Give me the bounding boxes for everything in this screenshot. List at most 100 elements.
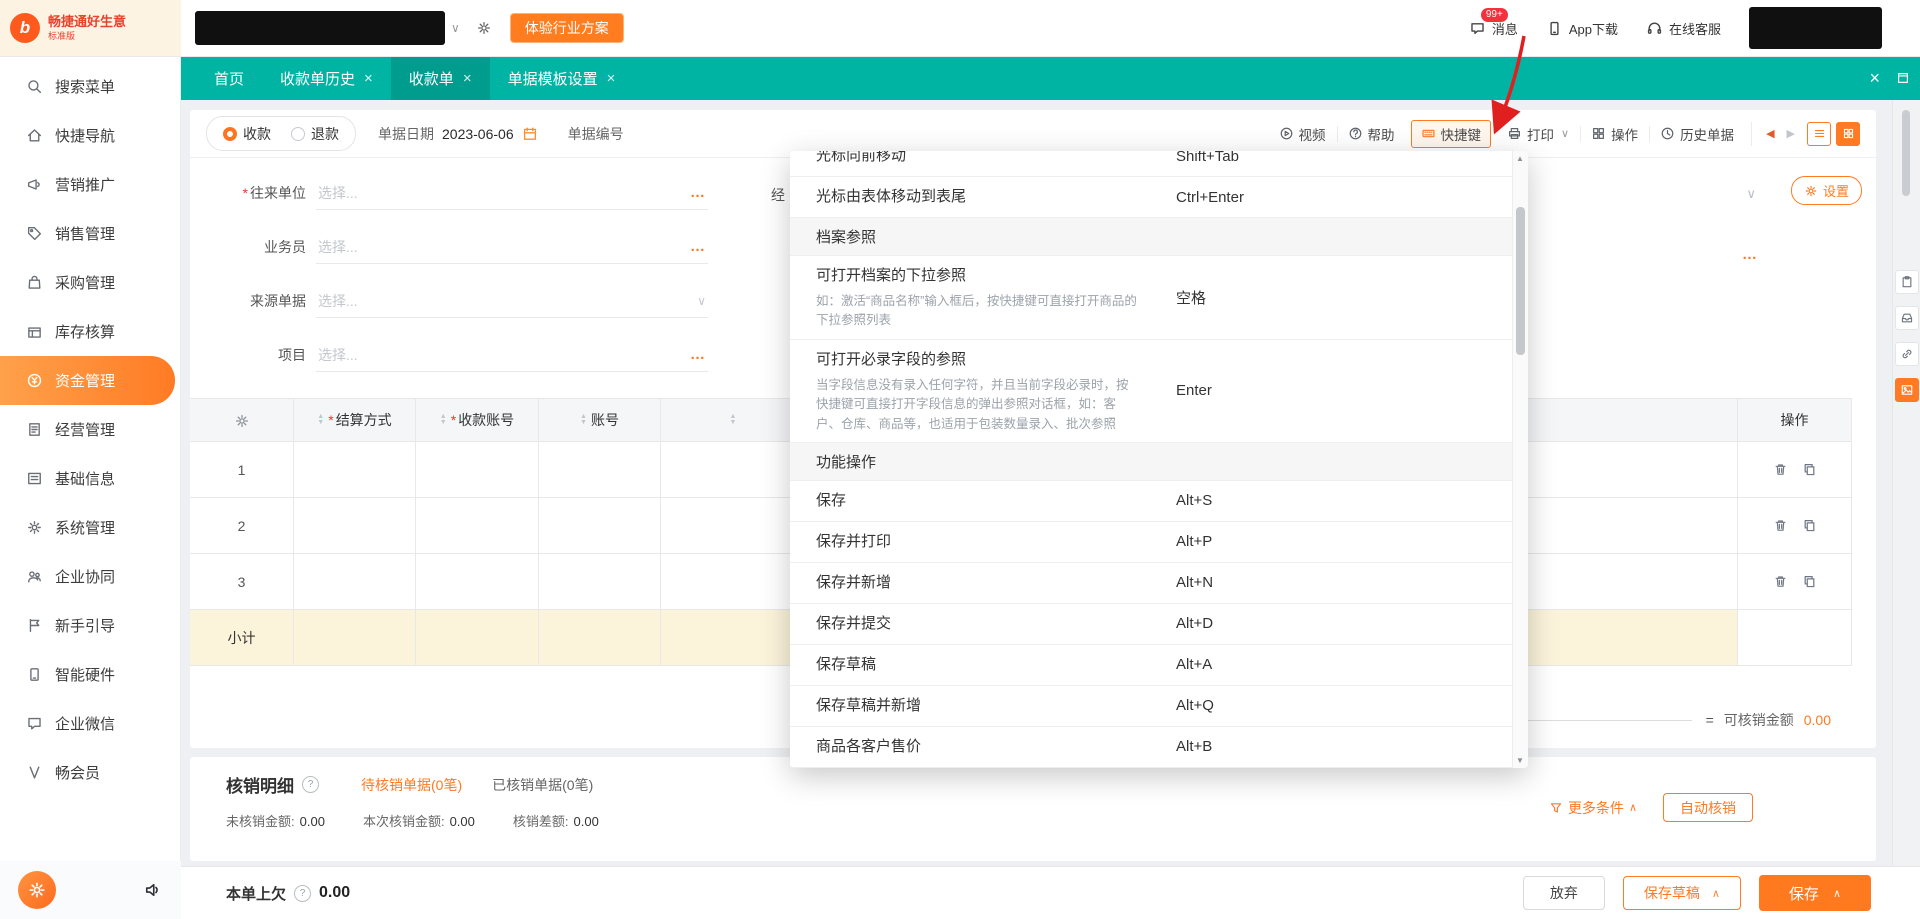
- toolbar-grid-button[interactable]: 操作: [1580, 121, 1649, 147]
- prev-arrow-icon[interactable]: ◀: [1760, 127, 1780, 140]
- grid-view-toggle[interactable]: [1836, 121, 1860, 146]
- side-tool-image[interactable]: [1894, 378, 1919, 402]
- calendar-icon[interactable]: [522, 126, 538, 142]
- sort-icon[interactable]: ▲ ▼: [730, 413, 737, 426]
- tab-4[interactable]: 单据模板设置 ×: [490, 56, 634, 100]
- more-options-icon[interactable]: …: [690, 346, 706, 363]
- sidebar-item-13[interactable]: 智能硬件: [0, 650, 180, 699]
- save-draft-button[interactable]: 保存草稿 ∧: [1622, 876, 1741, 910]
- table-cell[interactable]: [416, 554, 539, 609]
- toolbar-history-button[interactable]: 历史单据: [1649, 121, 1745, 147]
- sidebar-item-11[interactable]: 企业协同: [0, 552, 180, 601]
- scroll-down-icon[interactable]: ▼: [1516, 756, 1524, 765]
- table-cell[interactable]: [661, 554, 810, 609]
- popup-scrollbar[interactable]: ▲ ▼: [1512, 151, 1528, 768]
- sidebar-item-8[interactable]: 经营管理: [0, 405, 180, 454]
- template-settings-button[interactable]: 设置: [1790, 176, 1862, 205]
- account-select-redacted[interactable]: [195, 11, 445, 45]
- help-circle-icon[interactable]: ?: [294, 884, 312, 902]
- sidebar-item-15[interactable]: 畅会员: [0, 748, 180, 797]
- sidebar-item-12[interactable]: 新手引导: [0, 601, 180, 650]
- toolbar-print-button[interactable]: 打印 ∨: [1496, 121, 1580, 147]
- table-cell[interactable]: [294, 442, 416, 497]
- sidebar-item-6[interactable]: 库存核算: [0, 307, 180, 356]
- table-cell[interactable]: [539, 442, 661, 497]
- sidebar-item-1[interactable]: 搜索菜单: [0, 62, 180, 111]
- chevron-down-icon[interactable]: ∨: [697, 294, 706, 308]
- more-options-icon[interactable]: …: [1742, 246, 1758, 263]
- tab-verified-docs[interactable]: 已核销单据(0笔): [492, 775, 593, 795]
- header-gear-icon[interactable]: [476, 20, 492, 36]
- list-view-toggle[interactable]: [1807, 121, 1831, 146]
- delete-row-icon[interactable]: [1773, 574, 1788, 589]
- form-field-input[interactable]: 选择...…: [316, 231, 708, 264]
- more-options-icon[interactable]: …: [690, 238, 706, 255]
- online-service-button[interactable]: 在线客服: [1646, 19, 1721, 38]
- document-date-value[interactable]: 2023-06-06: [442, 126, 514, 142]
- subtotal-cell: [661, 610, 810, 665]
- copy-row-icon[interactable]: [1802, 518, 1817, 533]
- copy-row-icon[interactable]: [1802, 462, 1817, 477]
- sidebar-item-2[interactable]: 快捷导航: [0, 111, 180, 160]
- app-download-button[interactable]: App下载: [1546, 19, 1618, 38]
- copy-row-icon[interactable]: [1802, 574, 1817, 589]
- sidebar-item-10[interactable]: 系统管理: [0, 503, 180, 552]
- form-field-input[interactable]: 选择...…: [316, 177, 708, 210]
- close-tab-icon[interactable]: ×: [364, 70, 373, 87]
- messages-button[interactable]: 消息 99+: [1469, 7, 1518, 38]
- form-field-input[interactable]: 选择... ∨: [316, 285, 708, 318]
- save-button[interactable]: 保存 ∧: [1758, 875, 1871, 911]
- chevron-down-icon[interactable]: ∨: [451, 21, 460, 35]
- popup-scrollbar-thumb[interactable]: [1516, 207, 1525, 355]
- tab-1[interactable]: 首页: [196, 56, 262, 100]
- sort-icon[interactable]: ▲ ▼: [580, 413, 587, 426]
- radio-refund[interactable]: 退款: [291, 124, 339, 144]
- collapse-form-chevron-icon[interactable]: ∨: [1746, 186, 1756, 202]
- delete-row-icon[interactable]: [1773, 518, 1788, 533]
- tab-3[interactable]: 收款单 ×: [390, 56, 490, 100]
- close-all-tabs-icon[interactable]: ×: [1869, 68, 1880, 89]
- form-field-input[interactable]: 选择...…: [316, 339, 708, 372]
- cancel-button[interactable]: 放弃: [1522, 876, 1605, 910]
- sidebar-item-9[interactable]: 基础信息: [0, 454, 180, 503]
- table-cell[interactable]: [661, 442, 810, 497]
- more-filters-button[interactable]: 更多条件 ∧: [1549, 798, 1637, 818]
- toolbar-help-button[interactable]: 帮助: [1336, 121, 1406, 147]
- window-icon[interactable]: [1896, 71, 1910, 85]
- scroll-up-icon[interactable]: ▲: [1516, 154, 1524, 163]
- table-cell[interactable]: [294, 498, 416, 553]
- auto-verify-button[interactable]: 自动核销: [1663, 793, 1753, 822]
- close-tab-icon[interactable]: ×: [607, 70, 616, 87]
- settings-fab-button[interactable]: [18, 871, 56, 909]
- radio-receipt[interactable]: 收款: [223, 124, 271, 144]
- column-settings-gear[interactable]: [190, 399, 294, 441]
- tab-pending-docs[interactable]: 待核销单据(0笔): [361, 775, 462, 795]
- next-arrow-icon[interactable]: ▶: [1781, 127, 1801, 140]
- table-cell[interactable]: [539, 554, 661, 609]
- sidebar-item-4[interactable]: 销售管理: [0, 209, 180, 258]
- page-scrollbar-thumb[interactable]: [1902, 110, 1910, 196]
- help-circle-icon[interactable]: ?: [302, 776, 319, 793]
- table-cell[interactable]: [416, 498, 539, 553]
- speaker-icon[interactable]: [143, 880, 163, 900]
- delete-row-icon[interactable]: [1773, 462, 1788, 477]
- side-tool-clipboard[interactable]: [1894, 270, 1919, 294]
- table-cell[interactable]: [294, 554, 416, 609]
- trial-industry-button[interactable]: 体验行业方案: [509, 13, 624, 43]
- side-tool-inbox[interactable]: [1894, 306, 1919, 330]
- side-tool-link[interactable]: [1894, 342, 1919, 366]
- toolbar-video-button[interactable]: 视频: [1268, 121, 1337, 147]
- sidebar-item-7[interactable]: 资金管理: [0, 356, 175, 405]
- table-cell[interactable]: [661, 498, 810, 553]
- more-options-icon[interactable]: …: [690, 184, 706, 201]
- sidebar-item-14[interactable]: 企业微信: [0, 699, 180, 748]
- sort-icon[interactable]: ▲ ▼: [317, 413, 324, 426]
- table-cell[interactable]: [539, 498, 661, 553]
- table-cell[interactable]: [416, 442, 539, 497]
- tab-2[interactable]: 收款单历史 ×: [262, 56, 391, 100]
- sort-icon[interactable]: ▲ ▼: [440, 413, 447, 426]
- sidebar-item-5[interactable]: 采购管理: [0, 258, 180, 307]
- close-tab-icon[interactable]: ×: [463, 70, 472, 87]
- toolbar-keyboard-button[interactable]: 快捷键: [1410, 119, 1491, 148]
- sidebar-item-3[interactable]: 营销推广: [0, 160, 180, 209]
